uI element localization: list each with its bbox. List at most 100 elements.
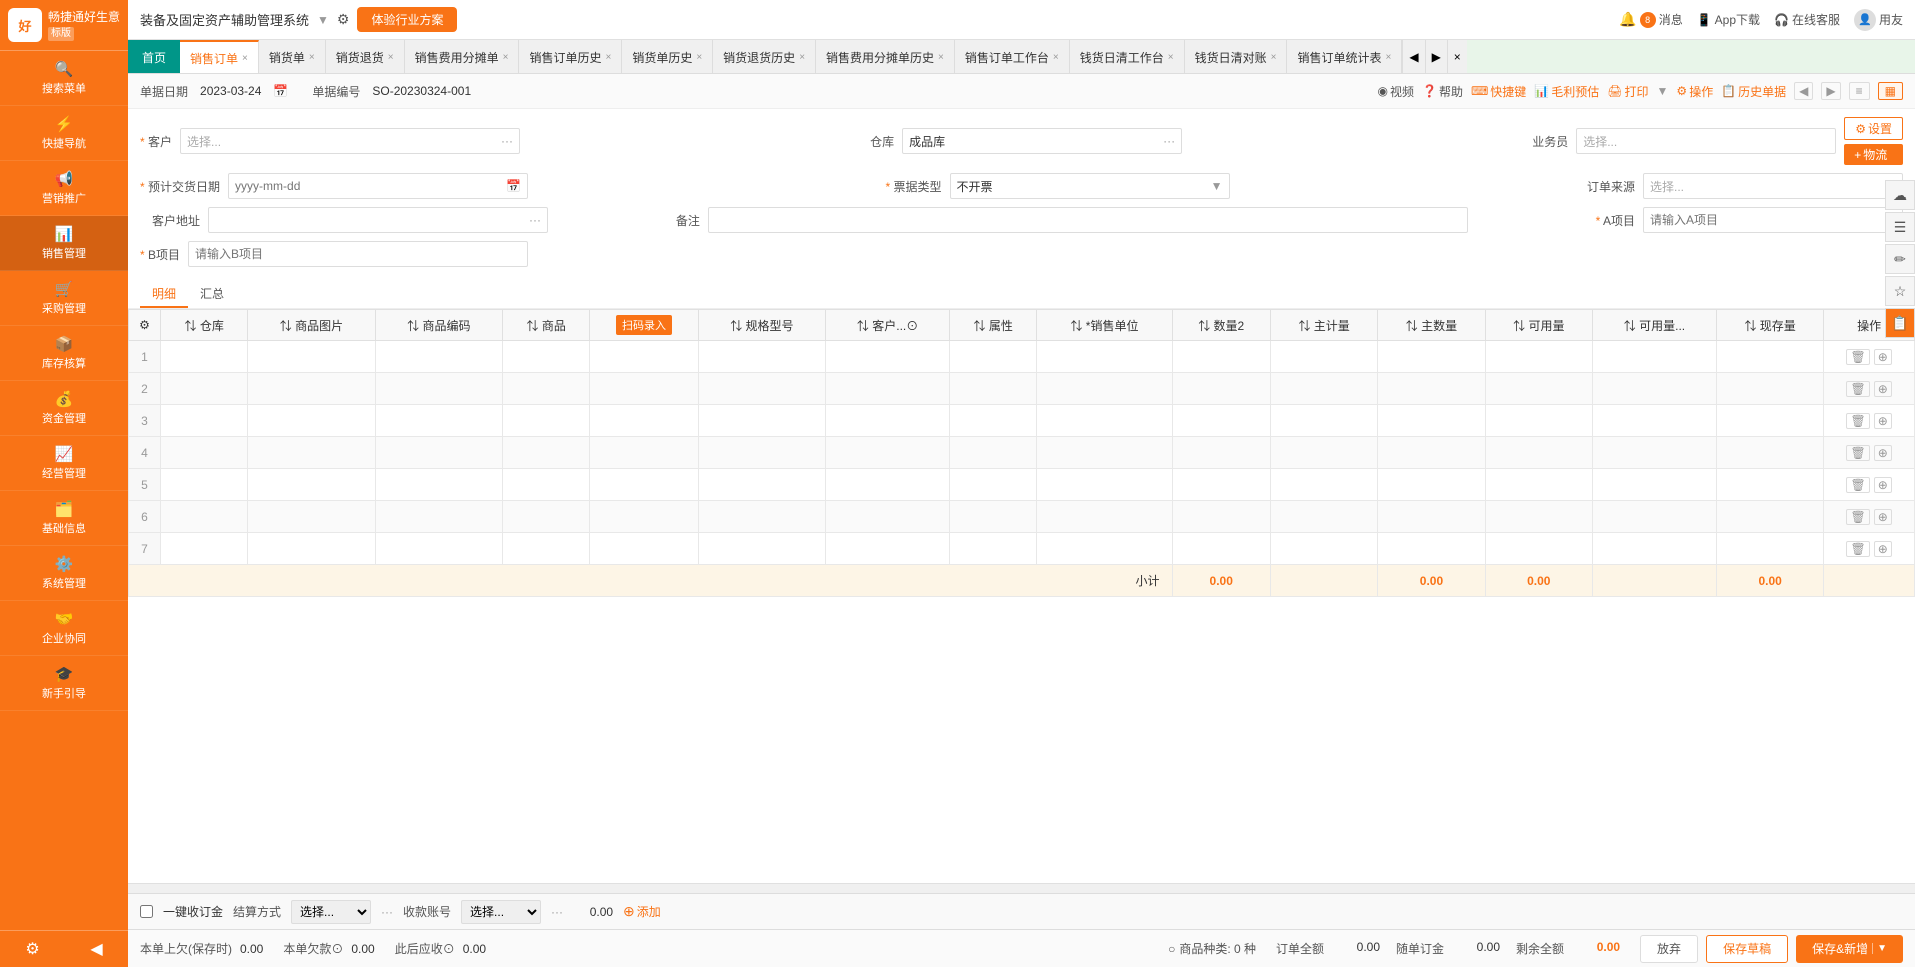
sidebar-item-sales[interactable]: 📊 销售管理 [0,216,128,271]
dropdown-icon[interactable]: ▼ [317,13,329,27]
tab-close-6[interactable]: × [696,52,702,63]
sidebar-item-ops[interactable]: 📈 经营管理 [0,436,128,491]
row-delete-btn[interactable]: 🗑 [1846,381,1869,397]
tab-next-btn[interactable]: ▶ [1425,40,1447,74]
row-copy-btn[interactable]: ⊕ [1874,349,1892,365]
settings-btn[interactable]: ⚙ 设置 [1844,117,1903,140]
tab-goods-hist[interactable]: 销货单历史 × [622,40,713,74]
tab-reconcile[interactable]: 钱货日清对账 × [1185,40,1288,74]
tab-stats[interactable]: 销售订单统计表 × [1287,40,1402,74]
tab-close-4[interactable]: × [503,52,509,63]
row-copy-btn[interactable]: ⊕ [1874,381,1892,397]
calendar-icon[interactable]: 📅 [273,84,288,98]
ops-tool[interactable]: ⚙ 操作 [1676,83,1713,100]
print-tool[interactable]: 🖨 打印 [1607,83,1648,100]
profit-tool[interactable]: 📊 毛利预估 [1534,83,1599,100]
tab-close-5[interactable]: × [605,52,611,63]
sidebar-item-finance[interactable]: 💰 资金管理 [0,381,128,436]
tab-home[interactable]: 首页 [128,40,180,74]
col-salesunit[interactable]: ⇅ *销售单位 [1037,310,1172,341]
row-delete-btn[interactable]: 🗑 [1846,349,1869,365]
warehouse-field[interactable]: 成品库 ··· [902,128,1182,154]
view-tool[interactable]: ◉ 视频 [1378,83,1415,100]
rs-cloud-btn[interactable]: ☁ [1885,180,1915,210]
row-delete-btn[interactable]: 🗑 [1846,477,1869,493]
tab-expense[interactable]: 销售费用分摊单 × [405,40,520,74]
delivery-input[interactable] [235,179,506,193]
col-settings[interactable]: ⚙ [129,310,161,341]
customer-field[interactable]: 选择... ··· [180,128,520,154]
payment-method-select[interactable]: 选择... [291,900,371,924]
tab-return-hist[interactable]: 销货退货历史 × [713,40,816,74]
sidebar-item-base[interactable]: 🗂️ 基础信息 [0,491,128,546]
tab-close-12[interactable]: × [1385,52,1391,63]
ticket-field[interactable]: 不开票 ▼ [950,173,1230,199]
row-copy-btn[interactable]: ⊕ [1874,445,1892,461]
shortcut-tool[interactable]: ⌨ 快捷键 [1471,83,1526,100]
collapse-icon[interactable]: ◀ [90,939,102,959]
sidebar-item-inventory[interactable]: 📦 库存核算 [0,326,128,381]
bank-dots[interactable]: ··· [551,905,563,919]
address-field[interactable]: ··· [208,207,548,233]
scan-btn[interactable]: 扫码录入 [616,315,672,335]
rs-edit-btn[interactable]: ✏ [1885,244,1915,274]
tab-expense-hist[interactable]: 销售费用分摊单历史 × [816,40,955,74]
col-product[interactable]: ⇅ 商品 [503,310,590,341]
col-custcode[interactable]: ⇅ 客户...⊙ [826,310,950,341]
save-new-dropdown-icon[interactable]: ▼ [1872,943,1887,954]
tab-close-3[interactable]: × [388,52,394,63]
save-new-btn[interactable]: 保存&新增 ▼ [1796,935,1903,963]
ticket-dropdown-icon[interactable]: ▼ [1211,179,1223,193]
order-source-field[interactable]: 选择... ▼ [1643,173,1903,199]
col-qty2[interactable]: ⇅ 数量2 [1172,310,1270,341]
delivery-calendar-icon[interactable]: 📅 [506,179,521,193]
row-delete-btn[interactable]: 🗑 [1846,541,1869,557]
add-btn[interactable]: ⊕ 添加 [623,903,661,920]
scroll-area[interactable] [128,883,1915,893]
tab-close-8[interactable]: × [938,52,944,63]
col-avail[interactable]: ⇅ 可用量 [1485,310,1592,341]
col-code[interactable]: ⇅ 商品编码 [375,310,502,341]
col-mainunit[interactable]: ⇅ 主计量 [1270,310,1377,341]
tab-close-1[interactable]: × [242,53,248,64]
row-delete-btn[interactable]: 🗑 [1846,413,1869,429]
dropdown-print-icon[interactable]: ▼ [1657,84,1669,98]
col-stock[interactable]: ⇅ 现存量 [1716,310,1823,341]
tab-purchase-order[interactable]: 销货单 × [259,40,326,74]
col-warehouse[interactable]: ⇅ 仓库 [161,310,248,341]
sidebar-item-purchase[interactable]: 🛒 采购管理 [0,271,128,326]
tab-summary[interactable]: 汇总 [188,281,236,308]
tab-close-all-btn[interactable]: × [1447,40,1467,74]
online-service[interactable]: 🎧 在线客服 [1774,11,1840,28]
sidebar-item-search[interactable]: 🔍 搜索菜单 [0,51,128,106]
row-copy-btn[interactable]: ⊕ [1874,541,1892,557]
a-project-field[interactable] [1643,207,1903,233]
sidebar-item-quicknav[interactable]: ⚡ 快捷导航 [0,106,128,161]
tab-close-2[interactable]: × [309,52,315,63]
settings-bottom-icon[interactable]: ⚙ [25,939,39,959]
tab-close-11[interactable]: × [1271,52,1277,63]
grid-view-btn[interactable]: ▦ [1878,82,1903,100]
tab-order-hist[interactable]: 销售订单历史 × [519,40,622,74]
discard-btn[interactable]: 放弃 [1640,935,1698,963]
row-copy-btn[interactable]: ⊕ [1874,413,1892,429]
help-tool[interactable]: ❓ 帮助 [1422,83,1463,100]
tab-return[interactable]: 销货退货 × [326,40,405,74]
industry-btn[interactable]: 体验行业方案 [357,7,457,32]
b-project-input[interactable] [195,247,521,261]
col-spectype[interactable]: ⇅ 规格型号 [698,310,825,341]
b-project-field[interactable] [188,241,528,267]
row-delete-btn[interactable]: 🗑 [1846,445,1869,461]
list-view-btn[interactable]: ≡ [1849,82,1870,100]
col-availmore[interactable]: ⇅ 可用量... [1592,310,1716,341]
prev-record-btn[interactable]: ◀ [1794,82,1813,100]
col-image[interactable]: ⇅ 商品图片 [248,310,375,341]
bank-select[interactable]: 选择... [461,900,541,924]
rs-star-btn[interactable]: ☆ [1885,276,1915,306]
address-more-icon[interactable]: ··· [529,213,541,227]
add-logistics-btn[interactable]: + 物流 [1844,144,1903,165]
sidebar-item-marketing[interactable]: 📢 营销推广 [0,161,128,216]
next-record-btn[interactable]: ▶ [1821,82,1840,100]
save-draft-btn[interactable]: 保存草稿 [1706,935,1788,963]
sidebar-item-system[interactable]: ⚙️ 系统管理 [0,546,128,601]
